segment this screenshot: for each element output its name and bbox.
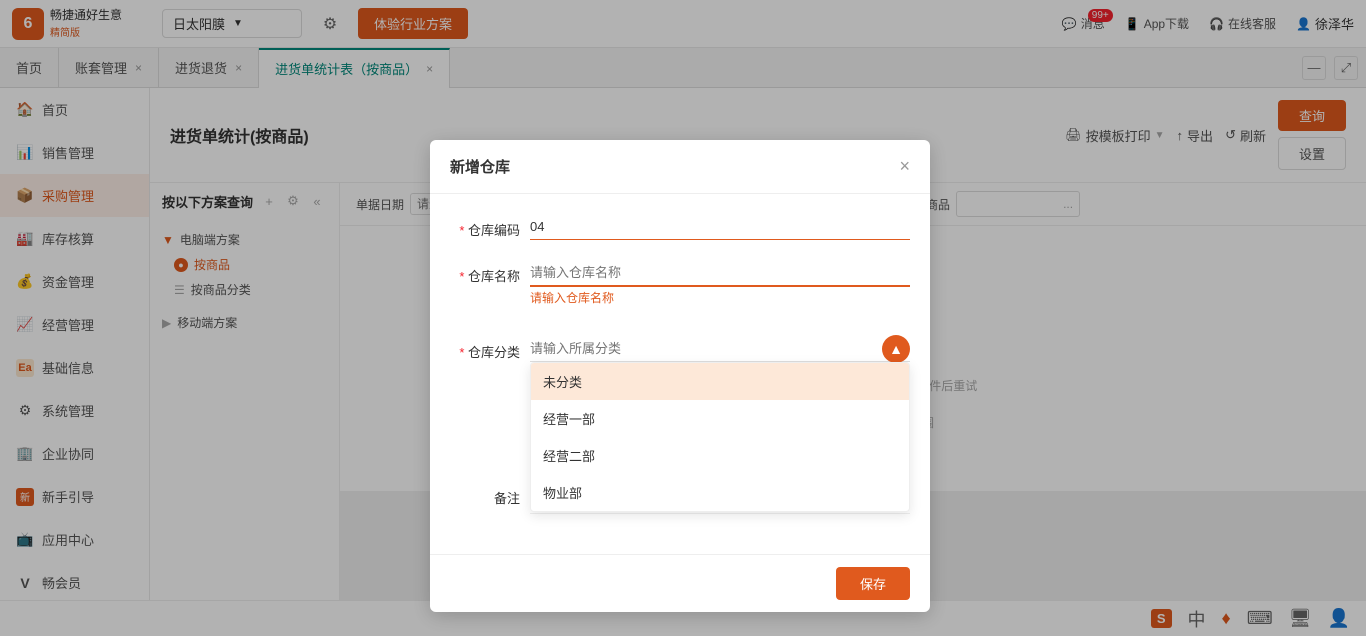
modal-header: 新增仓库 × [430, 140, 930, 194]
modal-title: 新增仓库 [450, 156, 510, 177]
category-label: 仓库分类 [450, 336, 530, 361]
note-label: 备注 [450, 482, 530, 507]
category-toggle-button[interactable]: ▲ [882, 335, 910, 363]
code-input[interactable] [530, 214, 910, 240]
dropdown-item-dept2[interactable]: 经营二部 [531, 437, 909, 474]
form-row-name: 仓库名称 请输入仓库名称 [450, 260, 910, 306]
form-row-code: 仓库编码 [450, 214, 910, 240]
name-error-message: 请输入仓库名称 [530, 289, 910, 306]
dropdown-item-unclassified[interactable]: 未分类 [531, 363, 909, 400]
form-row-category: 仓库分类 ▲ 未分类 经营一部 经营二部 物业部 [450, 336, 910, 362]
category-select-wrapper: ▲ 未分类 经营一部 经营二部 物业部 [530, 336, 910, 362]
category-dropdown: 未分类 经营一部 经营二部 物业部 [530, 362, 910, 512]
dropdown-item-dept1[interactable]: 经营一部 [531, 400, 909, 437]
dropdown-item-dept3[interactable]: 物业部 [531, 474, 909, 511]
modal-body: 仓库编码 仓库名称 请输入仓库名称 仓库分类 ▲ 未分 [430, 194, 930, 554]
save-button[interactable]: 保存 [836, 567, 910, 600]
modal-overlay: 新增仓库 × 仓库编码 仓库名称 请输入仓库名称 仓库分类 [0, 0, 1366, 636]
code-label: 仓库编码 [450, 214, 530, 239]
modal-footer: 保存 [430, 554, 930, 612]
name-label: 仓库名称 [450, 260, 530, 285]
name-input-wrapper: 请输入仓库名称 [530, 260, 910, 306]
category-input[interactable] [530, 336, 910, 362]
name-input[interactable] [530, 260, 910, 287]
modal-close-button[interactable]: × [899, 156, 910, 177]
add-warehouse-modal: 新增仓库 × 仓库编码 仓库名称 请输入仓库名称 仓库分类 [430, 140, 930, 612]
